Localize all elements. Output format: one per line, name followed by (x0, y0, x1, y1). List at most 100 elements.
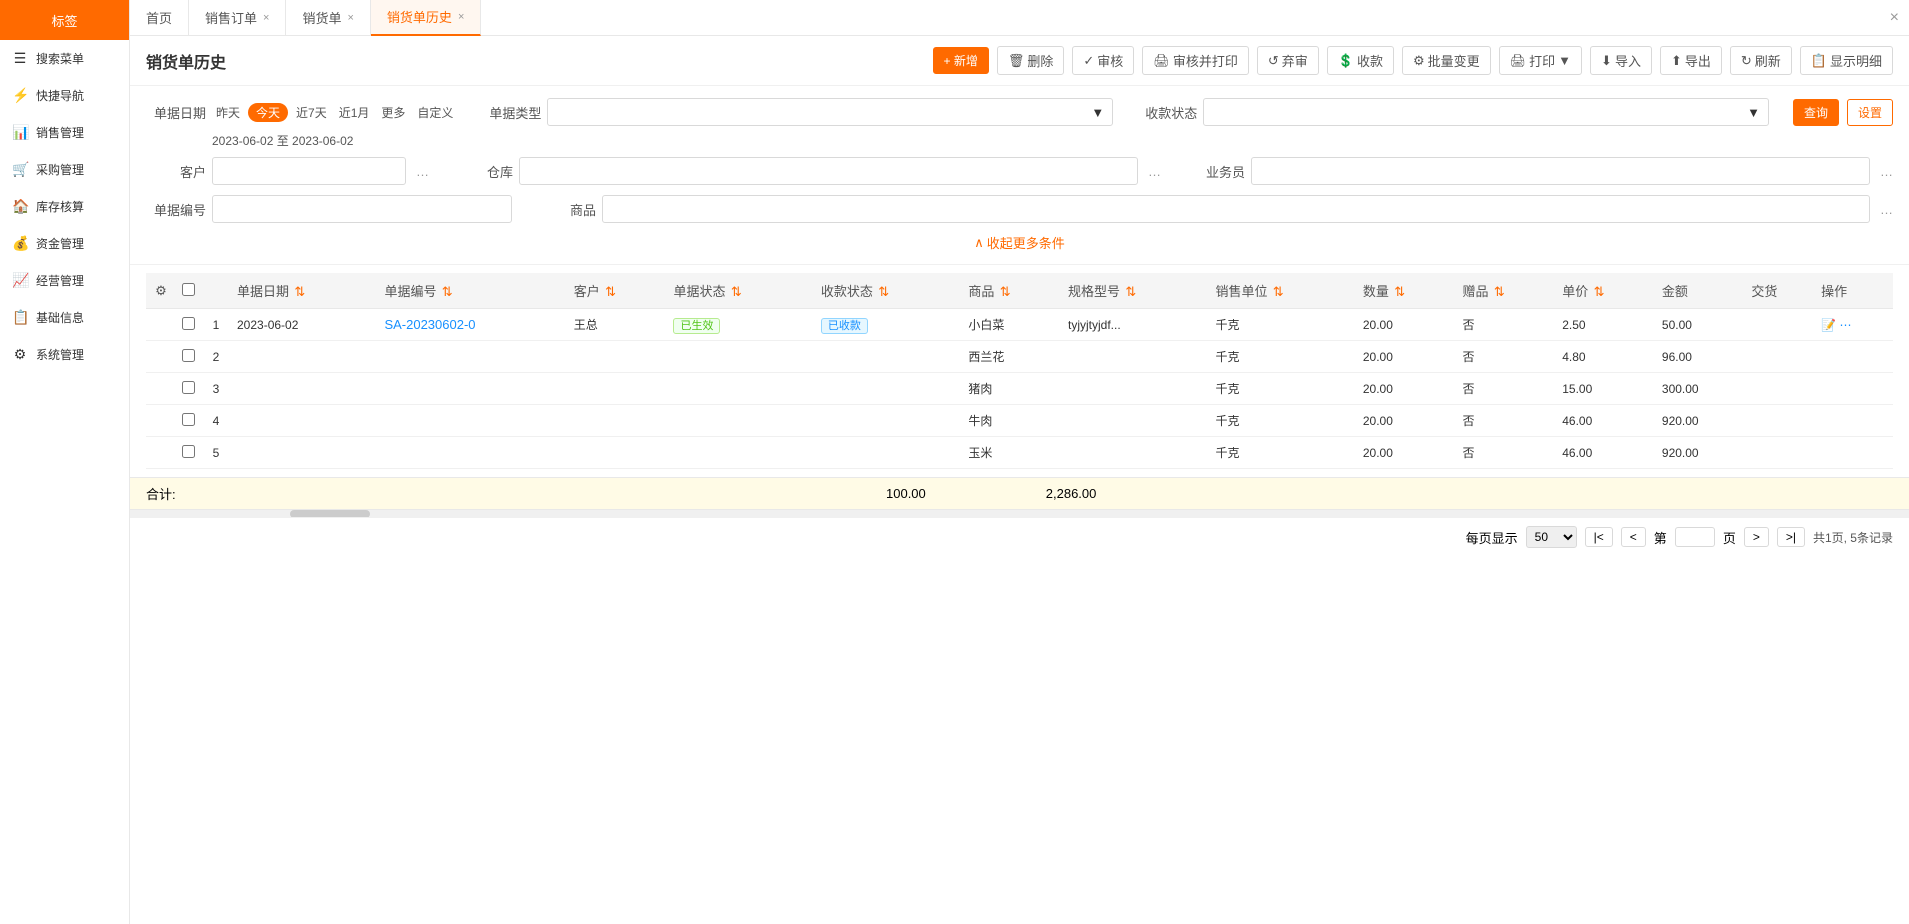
tab-close-history[interactable]: × (458, 11, 464, 23)
staff-dots[interactable]: … (1880, 164, 1893, 179)
sidebar-item-sales-mgmt[interactable]: 📊 销售管理 (0, 114, 129, 151)
refresh-button[interactable]: ↻ 刷新 (1730, 46, 1792, 75)
tab-sales-delivery-history[interactable]: 销货单历史 × (371, 0, 481, 36)
sidebar-item-operation[interactable]: 📈 经营管理 (0, 262, 129, 299)
tab-home[interactable]: 首页 (130, 0, 189, 36)
pagination: 每页显示 50 100 200 |< < 第 1 页 > >| 共1页, 5条记… (130, 517, 1909, 556)
filter-date: 单据日期 昨天 今天 近7天 近1月 更多 自定义 (146, 103, 457, 122)
warehouse-input[interactable] (519, 157, 1138, 185)
tabbar-close-all[interactable]: × (1890, 9, 1909, 27)
sort-gift-icon[interactable]: ⇅ (1494, 284, 1505, 299)
refresh-icon: ↻ (1741, 53, 1752, 69)
export-button[interactable]: ⬆ 导出 (1660, 46, 1722, 75)
row-check-1[interactable] (176, 341, 201, 373)
warehouse-dots[interactable]: … (1148, 164, 1161, 179)
goods-dots[interactable]: … (1880, 202, 1893, 217)
sidebar: 标签 ☰ 搜索菜单 ⚡ 快捷导航 📊 销售管理 🛒 采购管理 🏠 库存核算 💰 … (0, 0, 130, 924)
audit-icon: ✓ (1083, 53, 1094, 69)
col-gear: ⚙ (146, 273, 176, 309)
action-edit-0[interactable]: 📝 (1821, 318, 1836, 332)
customer-dots[interactable]: … (416, 164, 429, 179)
shortcut-more[interactable]: 更多 (377, 103, 409, 122)
sort-pay-status-icon[interactable]: ⇅ (878, 284, 889, 299)
horizontal-scrollbar[interactable] (130, 509, 1909, 517)
pay-status-select[interactable]: ▼ (1203, 98, 1769, 126)
shortcut-today[interactable]: 今天 (248, 103, 288, 122)
doc-type-select[interactable]: ▼ (547, 98, 1113, 126)
abandon-button[interactable]: ↺ 弃审 (1257, 46, 1319, 75)
doc-no-input[interactable] (212, 195, 512, 223)
sidebar-item-finance[interactable]: 💰 资金管理 (0, 225, 129, 262)
sort-spec-icon[interactable]: ⇅ (1125, 284, 1136, 299)
sidebar-item-quick-nav[interactable]: ⚡ 快捷导航 (0, 77, 129, 114)
row-amount-2: 300.00 (1656, 373, 1745, 405)
table-container: ⚙ 单据日期 ⇅ 单据编号 ⇅ (130, 265, 1909, 477)
show-detail-button[interactable]: 📋 显示明细 (1800, 46, 1893, 75)
sort-goods-icon[interactable]: ⇅ (1000, 284, 1011, 299)
tab-sales-delivery[interactable]: 销货单 × (286, 0, 370, 36)
tab-sales-order[interactable]: 销售订单 × (189, 0, 286, 36)
sort-doc-date-icon[interactable]: ⇅ (294, 284, 305, 299)
gear-icon[interactable]: ⚙ (155, 283, 167, 298)
print-button[interactable]: 🖨 打印 ▼ (1499, 46, 1582, 75)
goods-input[interactable] (602, 195, 1870, 223)
audit-button[interactable]: ✓ 审核 (1072, 46, 1134, 75)
sort-qty-icon[interactable]: ⇅ (1394, 284, 1405, 299)
row-checkbox-1[interactable] (182, 349, 195, 362)
row-gift-4: 否 (1457, 437, 1557, 469)
settings-button[interactable]: 设置 (1847, 99, 1893, 126)
action-more-0[interactable]: ⋯ (1839, 318, 1851, 332)
row-doc-status-0: 已生效 (667, 309, 814, 341)
collect-button[interactable]: 💲 收款 (1327, 46, 1394, 75)
customer-input[interactable] (212, 157, 406, 185)
row-check-3[interactable] (176, 405, 201, 437)
row-price-0: 2.50 (1556, 309, 1656, 341)
page-label: 第 (1654, 528, 1667, 547)
filter-warehouse: 仓库 … (453, 157, 1161, 185)
row-check-2[interactable] (176, 373, 201, 405)
row-check-4[interactable] (176, 437, 201, 469)
collapse-button[interactable]: ∧ 收起更多条件 (146, 233, 1893, 252)
per-page-select[interactable]: 50 100 200 (1526, 526, 1577, 548)
import-button[interactable]: ⬇ 导入 (1590, 46, 1652, 75)
prev-page-button[interactable]: < (1621, 527, 1646, 547)
row-checkbox-2[interactable] (182, 381, 195, 394)
shortcut-yesterday[interactable]: 昨天 (212, 103, 244, 122)
doc-no-link-0[interactable]: SA-20230602-0 (384, 317, 475, 332)
shortcut-custom[interactable]: 自定义 (413, 103, 457, 122)
row-unit-0: 千克 (1209, 309, 1356, 341)
next-page-button[interactable]: > (1744, 527, 1769, 547)
sidebar-item-search-menu[interactable]: ☰ 搜索菜单 (0, 40, 129, 77)
first-page-button[interactable]: |< (1585, 527, 1613, 547)
sidebar-item-purchase-mgmt[interactable]: 🛒 采购管理 (0, 151, 129, 188)
sidebar-item-inventory[interactable]: 🏠 库存核算 (0, 188, 129, 225)
audit-print-button[interactable]: 🖨 审核并打印 (1142, 46, 1249, 75)
tab-close-sales-order[interactable]: × (263, 12, 269, 24)
row-checkbox-4[interactable] (182, 445, 195, 458)
row-check-0[interactable] (176, 309, 201, 341)
sidebar-item-sys-mgmt[interactable]: ⚙ 系统管理 (0, 336, 129, 373)
new-button[interactable]: + 新增 (933, 47, 989, 74)
select-all-checkbox[interactable] (182, 283, 195, 296)
batch-change-button[interactable]: ⚙ 批量变更 (1402, 46, 1491, 75)
shortcut-7days[interactable]: 近7天 (292, 103, 331, 122)
sort-doc-no-icon[interactable]: ⇅ (442, 284, 453, 299)
tab-close-sales-delivery[interactable]: × (347, 12, 353, 24)
row-gift-3: 否 (1457, 405, 1557, 437)
sort-unit-icon[interactable]: ⇅ (1273, 284, 1284, 299)
sort-doc-status-icon[interactable]: ⇅ (731, 284, 742, 299)
staff-input[interactable] (1251, 157, 1870, 185)
last-page-button[interactable]: >| (1777, 527, 1805, 547)
row-trade-3 (1745, 405, 1815, 437)
print-arrow-icon: ▼ (1558, 53, 1571, 68)
sidebar-item-basic-info[interactable]: 📋 基础信息 (0, 299, 129, 336)
query-button[interactable]: 查询 (1793, 99, 1839, 126)
shortcut-1month[interactable]: 近1月 (335, 103, 374, 122)
row-checkbox-3[interactable] (182, 413, 195, 426)
sort-customer-icon[interactable]: ⇅ (605, 284, 616, 299)
page-number-input[interactable]: 1 (1675, 527, 1715, 547)
col-goods: 商品 ⇅ (962, 273, 1062, 309)
delete-button[interactable]: 🗑 删除 (997, 46, 1065, 75)
sort-price-icon[interactable]: ⇅ (1594, 284, 1605, 299)
row-checkbox-0[interactable] (182, 317, 195, 330)
